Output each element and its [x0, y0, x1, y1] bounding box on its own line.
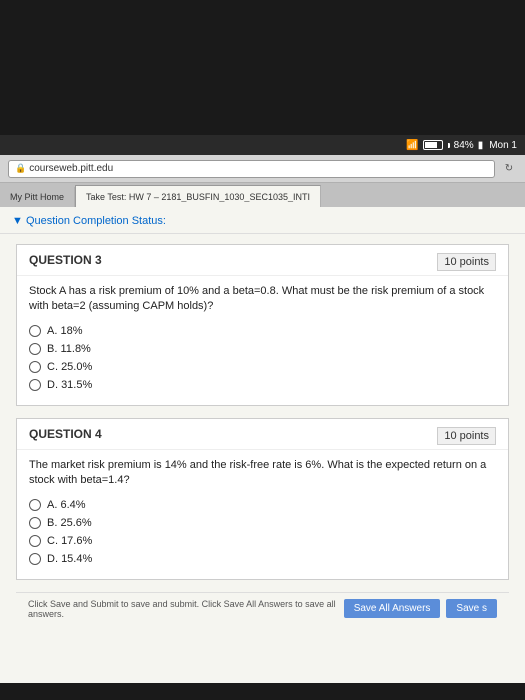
question-3-points: 10 points [437, 253, 496, 271]
q4-radio-d[interactable] [29, 553, 41, 565]
question-3-header: QUESTION 3 10 points [17, 245, 508, 276]
question-4-block: QUESTION 4 10 points The market risk pre… [16, 418, 509, 580]
question-3-text: Stock A has a risk premium of 10% and a … [29, 284, 496, 315]
status-icons: 📶 84% ▮ [406, 140, 483, 151]
url-text: courseweb.pitt.edu [29, 163, 113, 174]
question-4-body: The market risk premium is 14% and the r… [17, 450, 508, 579]
q4-option-c[interactable]: C. 17.6% [29, 535, 496, 547]
battery-percent: 84% [454, 140, 474, 151]
q3-radio-a[interactable] [29, 325, 41, 337]
time-display: Mon 1 [489, 140, 517, 151]
q4-radio-b[interactable] [29, 517, 41, 529]
q3-option-d[interactable]: D. 31.5% [29, 379, 496, 391]
question-3-block: QUESTION 3 10 points Stock A has a risk … [16, 244, 509, 406]
q3-label-c: C. 25.0% [47, 361, 92, 373]
q4-label-c: C. 17.6% [47, 535, 92, 547]
q4-label-a: A. 6.4% [47, 499, 86, 511]
q3-label-b: B. 11.8% [47, 343, 91, 355]
lock-icon: 🔒 [15, 163, 26, 174]
q4-option-d[interactable]: D. 15.4% [29, 553, 496, 565]
q4-option-a[interactable]: A. 6.4% [29, 499, 496, 511]
question-4-number: QUESTION 4 [29, 427, 102, 441]
footer-hint: Click Save and Submit to save and submit… [28, 599, 344, 619]
q4-label-b: B. 25.6% [47, 517, 92, 529]
q3-radio-d[interactable] [29, 379, 41, 391]
battery-tip [448, 143, 450, 148]
browser-toolbar: 🔒 courseweb.pitt.edu ↻ [0, 155, 525, 183]
wifi-icon: 📶 [406, 140, 418, 151]
q3-label-a: A. 18% [47, 325, 83, 337]
tab-my-pitt-home[interactable]: My Pitt Home [0, 187, 75, 207]
save-button[interactable]: Save s [446, 599, 497, 618]
battery-full-icon: ▮ [478, 140, 484, 151]
question-4-points: 10 points [437, 427, 496, 445]
q3-option-b[interactable]: B. 11.8% [29, 343, 496, 355]
question-4-text: The market risk premium is 14% and the r… [29, 458, 496, 489]
tab-take-test[interactable]: Take Test: HW 7 – 2181_BUSFIN_1030_SEC10… [75, 185, 321, 207]
footer-buttons: Save All Answers Save s [344, 599, 497, 618]
battery-icon [423, 140, 443, 150]
device-bezel: 📶 84% ▮ Mon 1 [0, 0, 525, 155]
main-content: QUESTION 3 10 points Stock A has a risk … [0, 234, 525, 683]
q3-radio-b[interactable] [29, 343, 41, 355]
q3-option-c[interactable]: C. 25.0% [29, 361, 496, 373]
footer-bar: Click Save and Submit to save and submit… [16, 592, 509, 625]
q4-radio-a[interactable] [29, 499, 41, 511]
question-3-body: Stock A has a risk premium of 10% and a … [17, 276, 508, 405]
refresh-button[interactable]: ↻ [501, 161, 517, 177]
question-3-number: QUESTION 3 [29, 253, 102, 267]
q3-option-a[interactable]: A. 18% [29, 325, 496, 337]
status-bar: 📶 84% ▮ Mon 1 [0, 135, 525, 155]
breadcrumb-bar[interactable]: ▼ Question Completion Status: [0, 207, 525, 234]
question-completion-status[interactable]: ▼ Question Completion Status: [12, 215, 166, 227]
save-all-answers-button[interactable]: Save All Answers [344, 599, 441, 618]
browser-chrome: 🔒 courseweb.pitt.edu ↻ My Pitt Home Take… [0, 155, 525, 234]
q3-radio-c[interactable] [29, 361, 41, 373]
q4-radio-c[interactable] [29, 535, 41, 547]
q3-label-d: D. 31.5% [47, 379, 92, 391]
browser-tabs: My Pitt Home Take Test: HW 7 – 2181_BUSF… [0, 183, 525, 207]
address-bar[interactable]: 🔒 courseweb.pitt.edu [8, 160, 495, 178]
question-4-header: QUESTION 4 10 points [17, 419, 508, 450]
q4-label-d: D. 15.4% [47, 553, 92, 565]
q4-option-b[interactable]: B. 25.6% [29, 517, 496, 529]
